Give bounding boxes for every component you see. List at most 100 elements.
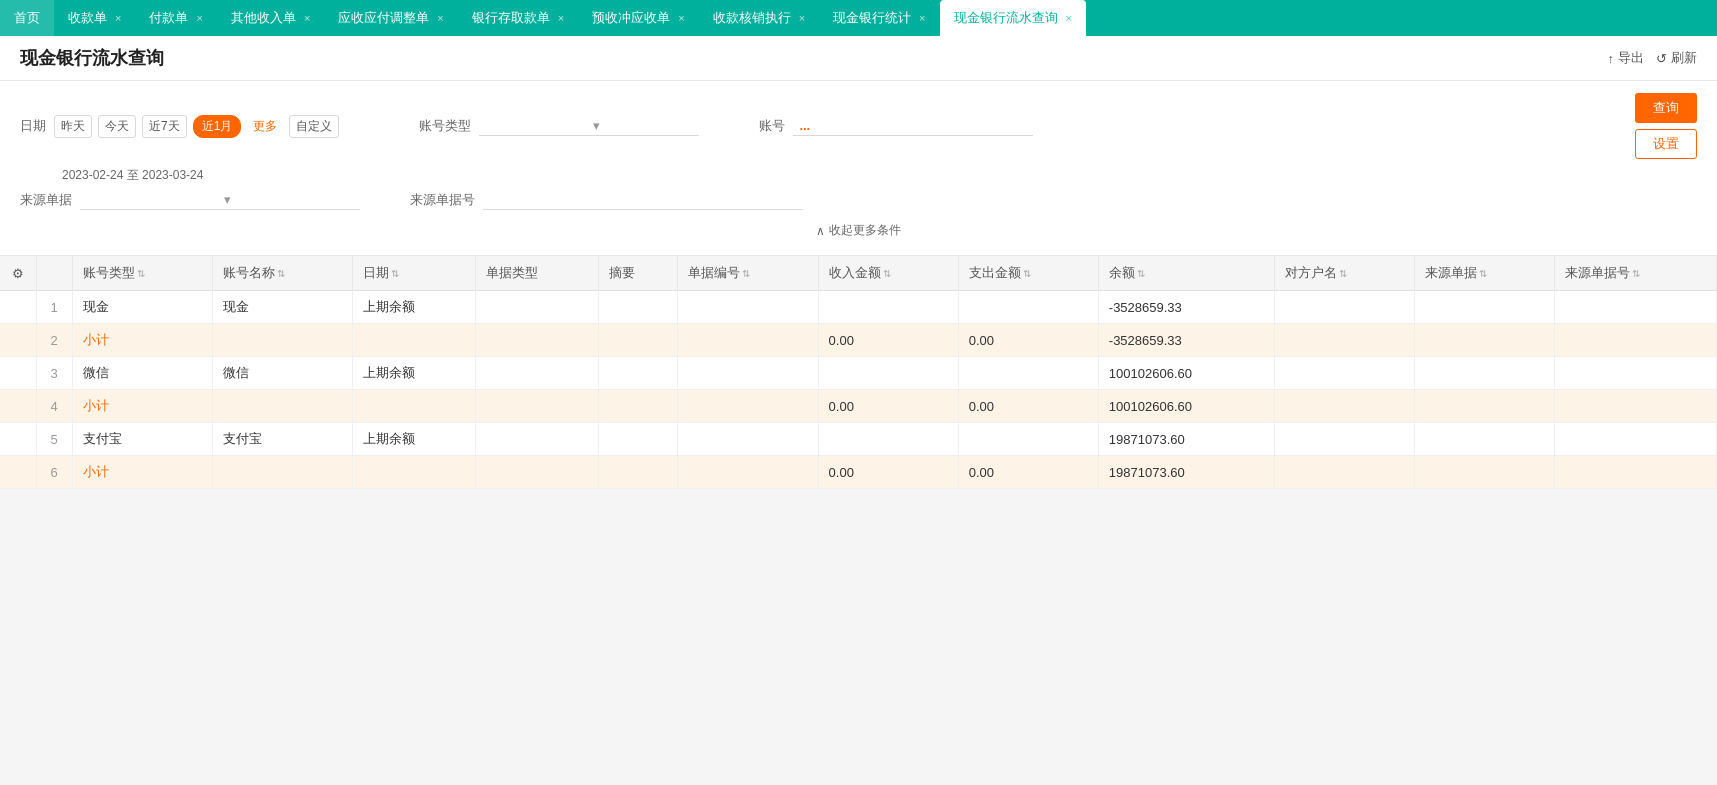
date-custom[interactable]: 自定义 — [289, 115, 339, 138]
cell-date: 上期余额 — [352, 291, 475, 324]
date-yesterday[interactable]: 昨天 — [54, 115, 92, 138]
cell-counterparty — [1274, 456, 1414, 489]
close-icon[interactable]: × — [196, 0, 202, 36]
cell-gear — [0, 423, 36, 456]
cell-date — [352, 324, 475, 357]
source-doc-no-filter-group: 来源单据号 — [410, 190, 803, 210]
cell-source-doc — [1414, 357, 1554, 390]
date-7days[interactable]: 近7天 — [142, 115, 187, 138]
nav-collection-exec[interactable]: 收款核销执行 × — [699, 0, 819, 36]
cell-date — [352, 456, 475, 489]
table-header-row: ⚙ 账号类型⇅ 账号名称⇅ 日期⇅ 单据类型 摘要 单据编号⇅ 收入金额⇅ 支出… — [0, 256, 1717, 291]
nav-receipt[interactable]: 收款单 × — [54, 0, 135, 36]
column-account-name[interactable]: 账号名称⇅ — [212, 256, 352, 291]
cell-summary — [599, 324, 678, 357]
cell-balance: 19871073.60 — [1098, 456, 1274, 489]
date-more[interactable]: 更多 — [247, 116, 283, 137]
column-gear[interactable]: ⚙ — [0, 256, 36, 291]
nav-payment[interactable]: 付款单 × — [135, 0, 216, 36]
chevron-down-icon: ▾ — [593, 118, 693, 133]
export-button[interactable]: ↑ 导出 — [1608, 49, 1645, 67]
column-counterparty[interactable]: 对方户名⇅ — [1274, 256, 1414, 291]
column-account-type[interactable]: 账号类型⇅ — [72, 256, 212, 291]
query-button[interactable]: 查询 — [1635, 93, 1697, 123]
cell-doc-no — [678, 324, 818, 357]
source-doc-select[interactable]: ▾ — [80, 190, 360, 210]
more-icon[interactable]: ... — [799, 118, 1027, 133]
source-doc-label: 来源单据 — [20, 191, 72, 209]
cell-doc-type — [475, 291, 598, 324]
column-doc-no[interactable]: 单据编号⇅ — [678, 256, 818, 291]
cell-account-type: 小计 — [72, 456, 212, 489]
table-row: 5支付宝支付宝上期余额19871073.60 — [0, 423, 1717, 456]
account-select[interactable]: ... — [793, 116, 1033, 136]
cell-row-num: 3 — [36, 357, 72, 390]
collapse-icon: ∧ — [816, 224, 825, 238]
column-income[interactable]: 收入金额⇅ — [818, 256, 958, 291]
column-source-doc-no[interactable]: 来源单据号⇅ — [1554, 256, 1716, 291]
date-today[interactable]: 今天 — [98, 115, 136, 138]
cell-source-doc — [1414, 324, 1554, 357]
close-icon[interactable]: × — [919, 0, 925, 36]
column-expense[interactable]: 支出金额⇅ — [958, 256, 1098, 291]
settings-button[interactable]: 设置 — [1635, 129, 1697, 159]
table-row: 6小计0.000.0019871073.60 — [0, 456, 1717, 489]
cell-balance: -3528659.33 — [1098, 324, 1274, 357]
nav-other-income[interactable]: 其他收入单 × — [217, 0, 324, 36]
close-icon[interactable]: × — [799, 0, 805, 36]
filter-row-2: 来源单据 ▾ 来源单据号 — [20, 190, 1697, 210]
nav-cash-bank-stats[interactable]: 现金银行统计 × — [819, 0, 939, 36]
close-icon[interactable]: × — [304, 0, 310, 36]
close-icon[interactable]: × — [1066, 0, 1072, 36]
cell-summary — [599, 390, 678, 423]
close-icon[interactable]: × — [558, 0, 564, 36]
cell-source-doc — [1414, 456, 1554, 489]
close-icon[interactable]: × — [115, 0, 121, 36]
cell-gear — [0, 291, 36, 324]
column-date[interactable]: 日期⇅ — [352, 256, 475, 291]
cell-account-type: 支付宝 — [72, 423, 212, 456]
close-icon[interactable]: × — [678, 0, 684, 36]
cell-row-num: 6 — [36, 456, 72, 489]
date-1month[interactable]: 近1月 — [193, 115, 242, 138]
filter-row-1: 日期 昨天 今天 近7天 近1月 更多 自定义 账号类型 ▾ 账号 ... — [20, 93, 1697, 159]
cell-doc-no — [678, 423, 818, 456]
cell-income: 0.00 — [818, 390, 958, 423]
column-row-num — [36, 256, 72, 291]
cell-income — [818, 423, 958, 456]
nav-prepayment[interactable]: 预收冲应收单 × — [578, 0, 698, 36]
cell-doc-no — [678, 456, 818, 489]
cell-doc-no — [678, 357, 818, 390]
nav-ar-ap-adjust[interactable]: 应收应付调整单 × — [324, 0, 457, 36]
collapse-bar[interactable]: ∧ 收起更多条件 — [20, 218, 1697, 243]
date-label: 日期 — [20, 117, 46, 135]
refresh-button[interactable]: ↺ 刷新 — [1656, 49, 1697, 67]
cell-balance: -3528659.33 — [1098, 291, 1274, 324]
column-balance[interactable]: 余额⇅ — [1098, 256, 1274, 291]
cell-doc-type — [475, 324, 598, 357]
cell-account-name — [212, 390, 352, 423]
column-source-doc[interactable]: 来源单据⇅ — [1414, 256, 1554, 291]
table-row: 2小计0.000.00-3528659.33 — [0, 324, 1717, 357]
nav-cash-bank-flow[interactable]: 现金银行流水查询 × — [940, 0, 1086, 36]
cell-income — [818, 357, 958, 390]
cell-date — [352, 390, 475, 423]
page-header: 现金银行流水查询 ↑ 导出 ↺ 刷新 — [0, 36, 1717, 81]
cell-row-num: 2 — [36, 324, 72, 357]
cell-row-num: 5 — [36, 423, 72, 456]
cell-expense — [958, 357, 1098, 390]
source-doc-no-input[interactable] — [483, 190, 803, 210]
cell-source-doc — [1414, 423, 1554, 456]
nav-bank-deposit[interactable]: 银行存取款单 × — [458, 0, 578, 36]
cell-date: 上期余额 — [352, 423, 475, 456]
account-type-select[interactable]: ▾ — [479, 116, 699, 136]
action-buttons: 查询 设置 — [1635, 93, 1697, 159]
cell-source-doc-no — [1554, 456, 1716, 489]
cell-account-name: 支付宝 — [212, 423, 352, 456]
nav-home[interactable]: 首页 — [0, 0, 54, 36]
close-icon[interactable]: × — [437, 0, 443, 36]
cell-source-doc — [1414, 291, 1554, 324]
cell-account-name: 微信 — [212, 357, 352, 390]
cell-doc-no — [678, 291, 818, 324]
cell-doc-no — [678, 390, 818, 423]
